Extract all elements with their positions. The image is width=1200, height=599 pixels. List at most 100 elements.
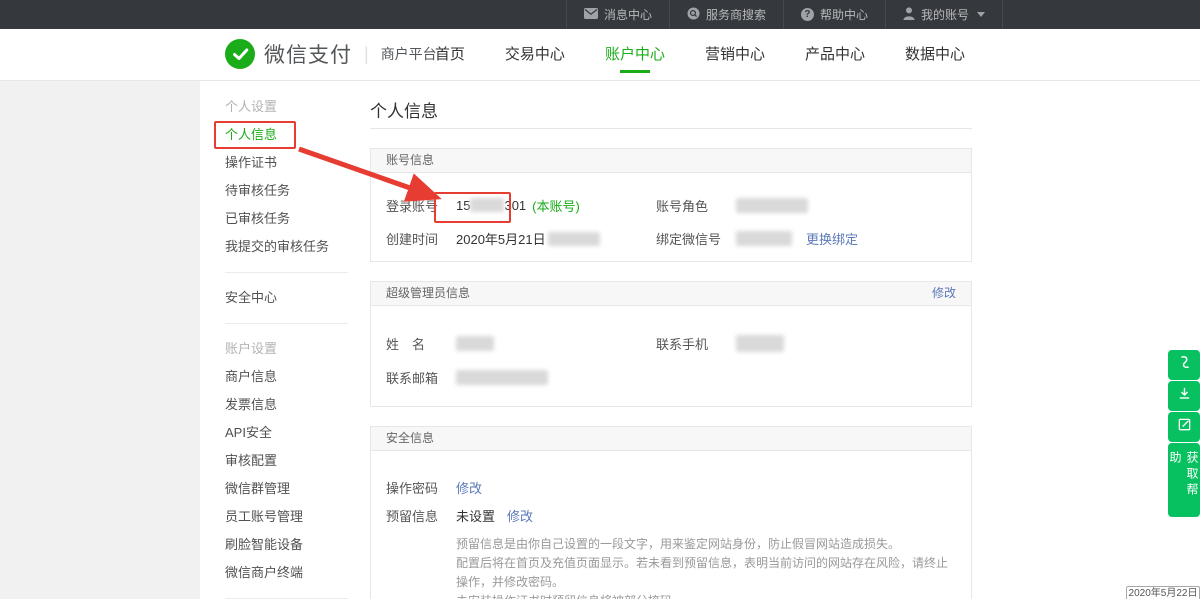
account-row-2: 创建时间 2020年5月21日 绑定微信号 更换绑定 <box>386 222 956 255</box>
contact-phone-label: 联系手机 <box>656 334 736 353</box>
sidebar-header-personal-settings: 个人设置 <box>200 93 362 121</box>
search-icon <box>687 7 700 23</box>
security-info-panel-title: 安全信息 <box>386 427 434 450</box>
account-row-1: 登录账号 15301 (本账号) 账号角色 <box>386 189 956 222</box>
sidebar-item-operation-certificate[interactable]: 操作证书 <box>200 149 362 177</box>
message-center-label: 消息中心 <box>604 6 652 23</box>
sidebar-divider <box>225 272 348 273</box>
topbar-items: 消息中心 服务商搜索 ? 帮助中心 我的账号 <box>566 0 1003 29</box>
nav-product-center[interactable]: 产品中心 <box>785 29 885 80</box>
help-center-link[interactable]: ? 帮助中心 <box>783 0 885 29</box>
chevron-down-icon <box>977 12 985 17</box>
sidebar-divider <box>225 323 348 324</box>
sidebar: 个人设置 个人信息 操作证书 待审核任务 已审核任务 我提交的审核任务 安全中心… <box>200 81 362 599</box>
password-modify-link[interactable]: 修改 <box>456 478 482 497</box>
security-row-password: 操作密码 修改 <box>386 473 956 501</box>
nav-marketing-center[interactable]: 营销中心 <box>685 29 785 80</box>
get-help-button[interactable]: 获取帮助 <box>1168 443 1200 517</box>
sidebar-item-staff-account-management[interactable]: 员工账号管理 <box>200 503 362 531</box>
sidebar-item-reviewed-tasks[interactable]: 已审核任务 <box>200 205 362 233</box>
sidebar-item-my-submitted-review-tasks[interactable]: 我提交的审核任务 <box>200 233 362 261</box>
floating-help-bar: 获取帮助 <box>1168 350 1200 517</box>
login-account-label: 登录账号 <box>386 196 456 215</box>
rebind-link[interactable]: 更换绑定 <box>806 229 858 248</box>
desc-line-2: 配置后将在首页及充值页面显示。若未看到预留信息，表明当前访问的网站存在风险，请终… <box>456 554 956 592</box>
super-admin-panel-header: 超级管理员信息 修改 <box>371 282 971 306</box>
date-tooltip: 2020年5月22日 <box>1126 586 1200 599</box>
desc-line-3: 未安装操作证书时预留信息将被部分掩码。 <box>456 592 956 599</box>
title-divider <box>370 128 972 129</box>
super-admin-panel-title: 超级管理员信息 <box>386 282 470 305</box>
reserve-status: 未设置 <box>456 506 495 525</box>
admin-name-label: 姓 名 <box>386 334 456 353</box>
sidebar-item-face-smart-device[interactable]: 刷脸智能设备 <box>200 531 362 559</box>
admin-row-1: 姓 名 联系手机 <box>386 326 956 360</box>
account-info-panel-title: 账号信息 <box>386 149 434 172</box>
main-content: 个人信息 账号信息 登录账号 15301 (本账号) 账号角色 <box>370 81 972 599</box>
reserve-info-description: 预留信息是由你自己设置的一段文字，用来鉴定网站身份，防止假冒网站造成损失。 配置… <box>456 535 956 599</box>
help-center-label: 帮助中心 <box>820 6 868 23</box>
reserve-modify-link[interactable]: 修改 <box>507 506 533 525</box>
security-info-panel-header: 安全信息 <box>371 427 971 451</box>
account-info-panel: 账号信息 登录账号 15301 (本账号) 账号角色 <box>370 148 972 262</box>
sidebar-item-review-config[interactable]: 审核配置 <box>200 447 362 475</box>
provider-search-label: 服务商搜索 <box>706 6 766 23</box>
super-admin-panel: 超级管理员信息 修改 姓 名 联系手机 联系邮箱 <box>370 281 972 407</box>
sidebar-item-pending-review-tasks[interactable]: 待审核任务 <box>200 177 362 205</box>
redacted-admin-name <box>456 336 494 351</box>
mail-icon <box>584 8 598 22</box>
help-icon: ? <box>801 8 814 21</box>
sidebar-item-merchant-info[interactable]: 商户信息 <box>200 363 362 391</box>
redacted-contact-email <box>456 370 548 385</box>
nav-home[interactable]: 首页 <box>415 29 485 80</box>
created-time-value: 2020年5月21日 <box>456 229 546 248</box>
sidebar-item-invoice-info[interactable]: 发票信息 <box>200 391 362 419</box>
super-admin-modify-link[interactable]: 修改 <box>932 282 956 305</box>
brand-name: 微信支付 <box>264 39 352 69</box>
user-icon <box>903 7 915 23</box>
security-info-panel: 安全信息 操作密码 修改 预留信息 未设置 修改 预留信息是由你自己设置的一段文… <box>370 426 972 599</box>
download-button[interactable] <box>1168 381 1200 411</box>
current-account-tag: (本账号) <box>532 196 580 215</box>
phone-contact-button[interactable] <box>1168 350 1200 380</box>
nav-account-center[interactable]: 账户中心 <box>585 29 685 80</box>
sidebar-item-wechat-group-management[interactable]: 微信群管理 <box>200 475 362 503</box>
sidebar-header-account-settings: 账户设置 <box>200 335 362 363</box>
redacted-created-time <box>548 232 600 246</box>
security-info-panel-body: 操作密码 修改 预留信息 未设置 修改 预留信息是由你自己设置的一段文字，用来鉴… <box>371 451 971 599</box>
redacted-contact-phone <box>736 335 784 352</box>
get-help-label: 获取帮助 <box>1167 451 1200 509</box>
created-time-label: 创建时间 <box>386 229 456 248</box>
sidebar-item-api-security[interactable]: API安全 <box>200 419 362 447</box>
download-icon <box>1177 386 1192 406</box>
message-center-link[interactable]: 消息中心 <box>566 0 669 29</box>
sidebar-item-personal-info[interactable]: 个人信息 <box>200 121 362 149</box>
phone-icon <box>1177 355 1192 375</box>
bound-wechat-label: 绑定微信号 <box>656 229 736 248</box>
account-role-label: 账号角色 <box>656 196 736 215</box>
page-title: 个人信息 <box>370 81 972 128</box>
login-account-value: 15301 <box>456 198 526 213</box>
security-row-reserve: 预留信息 未设置 修改 <box>386 501 956 529</box>
feedback-icon <box>1177 417 1192 437</box>
provider-search-link[interactable]: 服务商搜索 <box>669 0 783 29</box>
my-account-menu[interactable]: 我的账号 <box>885 0 1003 29</box>
main-nav: 首页 交易中心 账户中心 营销中心 产品中心 数据中心 <box>415 29 985 80</box>
header: 微信支付 | 商户平台 首页 交易中心 账户中心 营销中心 产品中心 数据中心 <box>0 29 1200 81</box>
brand: 微信支付 | 商户平台 <box>225 39 437 69</box>
operation-password-label: 操作密码 <box>386 478 456 497</box>
feedback-button[interactable] <box>1168 412 1200 442</box>
redacted-login-middle <box>470 198 504 212</box>
wechat-pay-logo-icon <box>225 39 255 69</box>
redacted-account-role <box>736 198 808 213</box>
nav-data-center[interactable]: 数据中心 <box>885 29 985 80</box>
sidebar-item-security-center[interactable]: 安全中心 <box>200 284 362 312</box>
sidebar-item-wechat-merchant-terminal[interactable]: 微信商户终端 <box>200 559 362 587</box>
account-info-panel-header: 账号信息 <box>371 149 971 173</box>
nav-transaction-center[interactable]: 交易中心 <box>485 29 585 80</box>
contact-email-label: 联系邮箱 <box>386 368 456 387</box>
topbar: 消息中心 服务商搜索 ? 帮助中心 我的账号 <box>0 0 1200 29</box>
reserve-info-label: 预留信息 <box>386 506 456 525</box>
desc-line-1: 预留信息是由你自己设置的一段文字，用来鉴定网站身份，防止假冒网站造成损失。 <box>456 535 956 554</box>
left-gray-band <box>0 81 200 599</box>
